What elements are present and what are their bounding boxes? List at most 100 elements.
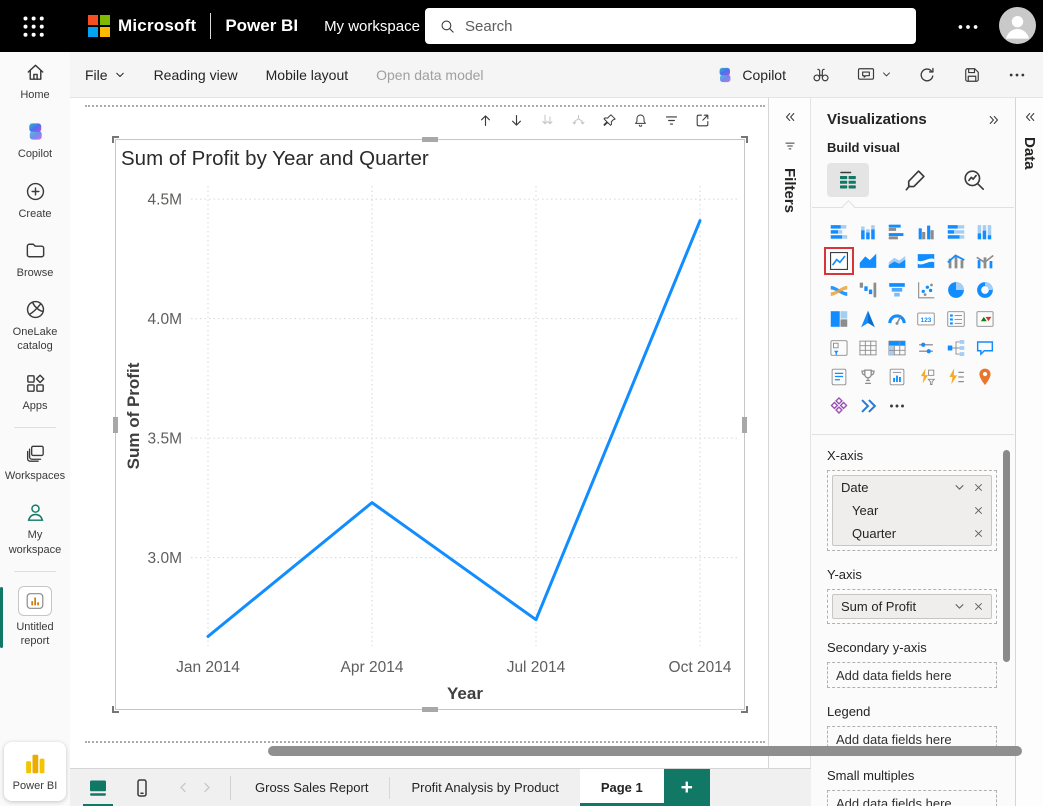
drill-up-icon[interactable] (477, 112, 494, 129)
menu-item-file[interactable]: File (71, 59, 140, 91)
page-tab-page-1[interactable]: Page 1 (580, 769, 664, 806)
field-well-y-axis[interactable]: Sum of Profit (827, 589, 997, 624)
viz-icon-100-stacked-column-chart[interactable] (972, 220, 998, 244)
viz-icon-qa-visual[interactable] (972, 336, 998, 360)
remove-field-icon[interactable] (973, 601, 984, 612)
build-visual-tab[interactable] (827, 163, 869, 197)
menu-item-reading-view[interactable]: Reading view (140, 59, 252, 91)
viz-icon-stacked-bar-chart[interactable] (826, 220, 852, 244)
viz-icon-line-chart[interactable] (826, 249, 852, 273)
analytics-tab[interactable] (961, 167, 987, 193)
sidebar-item-create[interactable]: Create (0, 171, 70, 230)
resize-handle-top-left[interactable] (112, 136, 119, 143)
topbar-more-icon[interactable] (955, 14, 981, 40)
alert-icon[interactable] (632, 112, 649, 129)
viz-icon-funnel-chart[interactable] (884, 278, 910, 302)
sidebar-item-untitled-report[interactable]: Untitled report (0, 577, 70, 658)
viz-icon-slicer[interactable] (826, 336, 852, 360)
binoculars-icon[interactable] (811, 65, 831, 85)
viz-icon-clustered-column-chart[interactable] (913, 220, 939, 244)
data-pane-collapsed[interactable]: Data (1015, 98, 1043, 806)
expand-data-icon[interactable] (1023, 110, 1037, 124)
profit-line-chart[interactable]: Sum of Profit by Year and Quarter3.0M3.5… (116, 140, 744, 709)
field-pill-date[interactable]: Date (833, 476, 991, 499)
resize-handle-left[interactable] (113, 417, 118, 433)
field-pill-quarter[interactable]: Quarter (833, 522, 991, 545)
horizontal-scrollbar[interactable] (268, 746, 1022, 756)
viz-icon-decomposition-tree[interactable] (943, 336, 969, 360)
format-visual-tab[interactable] (902, 167, 928, 193)
add-page-button[interactable]: + (664, 769, 710, 806)
refresh-icon[interactable] (917, 65, 937, 85)
empty-field-well-small-multiples[interactable]: Add data fields here (827, 790, 997, 806)
viz-icon-range-slicer[interactable] (913, 336, 939, 360)
avatar[interactable] (999, 7, 1036, 44)
visualizations-scrollbar[interactable] (1003, 450, 1010, 662)
viz-icon-matrix[interactable] (884, 336, 910, 360)
sidebar-item-onelake-catalog[interactable]: OneLake catalog (0, 289, 70, 363)
viz-icon-stacked-column-chart[interactable] (855, 220, 881, 244)
field-well-x-axis[interactable]: DateYearQuarter (827, 470, 997, 551)
filter-icon[interactable] (663, 112, 680, 129)
resize-handle-bottom-left[interactable] (112, 706, 119, 713)
viz-icon-gauge[interactable] (884, 307, 910, 331)
sidebar-item-home[interactable]: Home (0, 52, 70, 111)
viz-icon-kpi[interactable] (972, 307, 998, 331)
expand-filters-icon[interactable] (783, 110, 797, 124)
remove-field-icon[interactable] (973, 528, 984, 539)
viz-icon-card[interactable]: 123 (913, 307, 939, 331)
viz-icon-clustered-bar-chart[interactable] (884, 220, 910, 244)
empty-field-well-secondary-y-axis[interactable]: Add data fields here (827, 662, 997, 688)
previous-page-icon[interactable] (176, 780, 191, 795)
viz-icon-power-apps-visual[interactable] (913, 365, 939, 389)
sidebar-item-more[interactable] (0, 658, 70, 699)
field-pill-year[interactable]: Year (833, 499, 991, 522)
line-chart-visual[interactable]: Sum of Profit by Year and Quarter3.0M3.5… (115, 139, 745, 710)
viz-icon-table[interactable] (855, 336, 881, 360)
viz-icon-100-stacked-bar-chart[interactable] (943, 220, 969, 244)
workspace-name[interactable]: My workspace (324, 18, 420, 35)
search-input[interactable] (465, 18, 885, 35)
page-tab-profit-analysis-by-product[interactable]: Profit Analysis by Product (390, 769, 579, 806)
viz-icon-power-automate-flow[interactable] (855, 394, 881, 418)
viz-icon-combo-chart[interactable] (972, 249, 998, 273)
viz-icon-goals[interactable] (855, 365, 881, 389)
microsoft-logo[interactable]: Microsoft (88, 15, 196, 37)
viz-icon-custom-visual-diamond[interactable] (826, 394, 852, 418)
viz-icon-paginated-report[interactable] (884, 365, 910, 389)
app-launcher-icon[interactable] (18, 11, 48, 41)
viz-icon-smart-narrative[interactable] (826, 365, 852, 389)
sidebar-item-my-workspace[interactable]: My workspace (0, 492, 70, 566)
copilot-button[interactable]: Copilot (715, 65, 786, 85)
resize-handle-bottom-right[interactable] (741, 706, 748, 713)
resize-handle-top-right[interactable] (741, 136, 748, 143)
viz-icon-line-clustered-column-chart[interactable] (943, 249, 969, 273)
viz-icon-stacked-area-chart[interactable] (884, 249, 910, 273)
report-canvas[interactable]: Sum of Profit by Year and Quarter3.0M3.5… (70, 98, 768, 768)
app-name[interactable]: Power BI (225, 16, 298, 36)
power-bi-badge[interactable]: Power BI (4, 742, 66, 801)
field-pill-sum-of-profit[interactable]: Sum of Profit (833, 595, 991, 618)
remove-field-icon[interactable] (973, 482, 984, 493)
sidebar-item-copilot[interactable]: Copilot (0, 111, 70, 170)
present-menu-button[interactable] (856, 65, 892, 85)
chevron-down-icon[interactable] (954, 601, 965, 612)
sidebar-item-browse[interactable]: Browse (0, 230, 70, 289)
viz-icon-waterfall-chart[interactable] (855, 278, 881, 302)
viz-icon-line-stacked-column-chart[interactable] (913, 249, 939, 273)
save-icon[interactable] (962, 65, 982, 85)
next-page-icon[interactable] (199, 780, 214, 795)
chevron-down-icon[interactable] (954, 482, 965, 493)
viz-icon-pie-chart[interactable] (943, 278, 969, 302)
viz-icon-multi-row-card[interactable] (943, 307, 969, 331)
menu-item-open-data-model[interactable]: Open data model (362, 59, 497, 91)
filters-pane-collapsed[interactable]: Filters (768, 98, 811, 768)
more-icon[interactable] (725, 112, 742, 129)
resize-handle-top[interactable] (422, 137, 438, 142)
viz-icon-more-visuals[interactable] (884, 394, 910, 418)
viz-icon-treemap[interactable] (826, 307, 852, 331)
viz-icon-donut-chart[interactable] (972, 278, 998, 302)
page-tab-gross-sales-report[interactable]: Gross Sales Report (234, 769, 389, 806)
resize-handle-right[interactable] (742, 417, 747, 433)
menu-item-mobile-layout[interactable]: Mobile layout (252, 59, 363, 91)
